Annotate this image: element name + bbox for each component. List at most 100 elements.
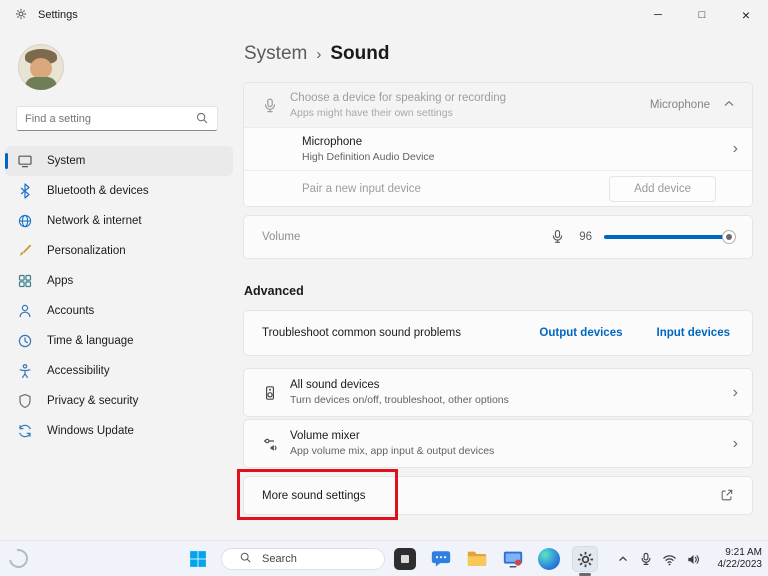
- close-button[interactable]: ×: [724, 0, 768, 30]
- input-device-subtitle: Apps might have their own settings: [290, 106, 453, 119]
- add-device-button[interactable]: Add device: [609, 175, 716, 202]
- search-box[interactable]: [16, 106, 218, 131]
- start-button[interactable]: [189, 550, 207, 568]
- tray-speaker-icon[interactable]: [686, 552, 701, 567]
- input-device-card: Choose a device for speaking or recordin…: [243, 82, 753, 207]
- chevron-right-icon: ›: [732, 383, 738, 401]
- avatar[interactable]: [18, 44, 64, 90]
- maximize-button[interactable]: □: [680, 0, 724, 30]
- sidebar-item-label: Windows Update: [47, 425, 134, 437]
- breadcrumb: System › Sound: [244, 43, 389, 65]
- sound-devices-icon: [262, 385, 278, 401]
- search-icon: [239, 551, 255, 567]
- search-icon: [195, 111, 211, 127]
- taskbar-icon-dark-app[interactable]: [392, 546, 418, 572]
- all-sound-devices-card[interactable]: All sound devices Turn devices on/off, t…: [243, 368, 753, 417]
- system-icon: [17, 153, 33, 169]
- clock-date: 4/22/2023: [717, 559, 763, 570]
- selected-input-device: Microphone: [649, 99, 710, 111]
- more-sound-settings-card[interactable]: More sound settings: [243, 476, 753, 515]
- sidebar-item-network-internet[interactable]: Network & internet: [5, 206, 233, 236]
- sidebar-item-accessibility[interactable]: Accessibility: [5, 356, 233, 386]
- microphone-icon: [262, 97, 278, 113]
- pair-device-row: Pair a new input device Add device: [244, 170, 752, 206]
- breadcrumb-system[interactable]: System: [244, 43, 307, 65]
- tray-network-icon[interactable]: [662, 552, 677, 567]
- sidebar: System Bluetooth & devices Network & int…: [0, 30, 238, 540]
- taskbar-icon-file-explorer[interactable]: [464, 546, 490, 572]
- volume-mixer-card[interactable]: Volume mixer App volume mix, app input &…: [243, 419, 753, 468]
- taskbar-icon-chat[interactable]: [428, 546, 454, 572]
- tray-microphone-icon[interactable]: [639, 552, 653, 566]
- pair-device-title: Pair a new input device: [302, 182, 421, 195]
- sidebar-item-privacy-security[interactable]: Privacy & security: [5, 386, 233, 416]
- bluetooth-icon: [17, 183, 33, 199]
- volume-mixer-title: Volume mixer: [290, 430, 360, 442]
- clock-icon: [17, 333, 33, 349]
- window-controls: ─ □ ×: [636, 0, 768, 30]
- update-arrows-icon: [17, 423, 33, 439]
- sidebar-item-bluetooth-devices[interactable]: Bluetooth & devices: [5, 176, 233, 206]
- microphone-device-row[interactable]: Microphone High Definition Audio Device …: [244, 127, 752, 170]
- window-title: Settings: [38, 9, 78, 21]
- avatar-art: [25, 77, 57, 90]
- input-devices-link[interactable]: Input devices: [657, 327, 731, 339]
- main-content: System › Sound Choose a device for speak…: [243, 30, 755, 540]
- selection-indicator: [5, 153, 8, 169]
- volume-slider[interactable]: [604, 230, 736, 244]
- sidebar-item-label: Privacy & security: [47, 395, 139, 407]
- volume-value: 96: [579, 231, 592, 243]
- titlebar: Settings ─ □ ×: [0, 0, 768, 30]
- tray-chevron-up-icon[interactable]: [616, 552, 630, 566]
- sidebar-item-label: Apps: [47, 275, 74, 287]
- taskbar-search-label: Search: [262, 553, 297, 565]
- troubleshoot-links: Output devices Input devices: [539, 327, 730, 339]
- sidebar-item-label: Time & language: [47, 335, 134, 347]
- sidebar-item-label: System: [47, 155, 86, 167]
- clock-time: 9:21 AM: [725, 547, 762, 558]
- taskbar-search[interactable]: Search: [221, 548, 385, 570]
- settings-gear-logo-icon: [14, 7, 30, 23]
- chevron-up-icon: [722, 97, 738, 113]
- sidebar-nav: System Bluetooth & devices Network & int…: [5, 146, 233, 446]
- sidebar-item-time-language[interactable]: Time & language: [5, 326, 233, 356]
- minimize-button[interactable]: ─: [636, 0, 680, 30]
- microphone-volume-icon: [550, 229, 566, 245]
- sidebar-item-system[interactable]: System: [5, 146, 233, 176]
- search-input[interactable]: [17, 112, 195, 125]
- apps-grid-icon: [17, 273, 33, 289]
- taskbar-icon-device-app[interactable]: [500, 546, 526, 572]
- volume-label: Volume: [262, 231, 301, 243]
- sidebar-item-label: Network & internet: [47, 215, 142, 227]
- desktop-corner-icon: [5, 545, 32, 572]
- person-icon: [17, 303, 33, 319]
- volume-controls: 96: [550, 229, 736, 245]
- sidebar-item-windows-update[interactable]: Windows Update: [5, 416, 233, 446]
- troubleshoot-title: Troubleshoot common sound problems: [262, 327, 462, 339]
- breadcrumb-separator-icon: ›: [316, 46, 322, 63]
- volume-slider-knob[interactable]: [721, 230, 736, 244]
- avatar-art: [30, 58, 52, 79]
- troubleshoot-card: Troubleshoot common sound problems Outpu…: [243, 310, 753, 356]
- taskbar-icon-edge[interactable]: [536, 546, 562, 572]
- taskbar-clock[interactable]: 9:21 AM 4/22/2023: [710, 547, 763, 571]
- sidebar-item-accounts[interactable]: Accounts: [5, 296, 233, 326]
- microphone-device-title: Microphone: [302, 135, 363, 148]
- chevron-right-icon: ›: [732, 434, 738, 452]
- all-sound-devices-title: All sound devices: [290, 379, 380, 391]
- input-device-header-row[interactable]: Choose a device for speaking or recordin…: [244, 83, 752, 127]
- microphone-device-subtitle: High Definition Audio Device: [302, 150, 435, 163]
- taskbar-icon-settings[interactable]: [572, 546, 598, 576]
- sidebar-item-apps[interactable]: Apps: [5, 266, 233, 296]
- volume-card: Volume 96: [243, 215, 753, 259]
- output-devices-link[interactable]: Output devices: [539, 327, 622, 339]
- system-tray: 9:21 AM 4/22/2023: [616, 541, 762, 576]
- chevron-right-icon: ›: [732, 140, 738, 157]
- advanced-section-header: Advanced: [244, 284, 304, 298]
- globe-icon: [17, 213, 33, 229]
- sidebar-item-personalization[interactable]: Personalization: [5, 236, 233, 266]
- external-link-icon: [720, 488, 736, 504]
- sidebar-item-label: Accounts: [47, 305, 95, 317]
- taskbar-apps: [392, 546, 598, 576]
- sidebar-item-label: Bluetooth & devices: [47, 185, 149, 197]
